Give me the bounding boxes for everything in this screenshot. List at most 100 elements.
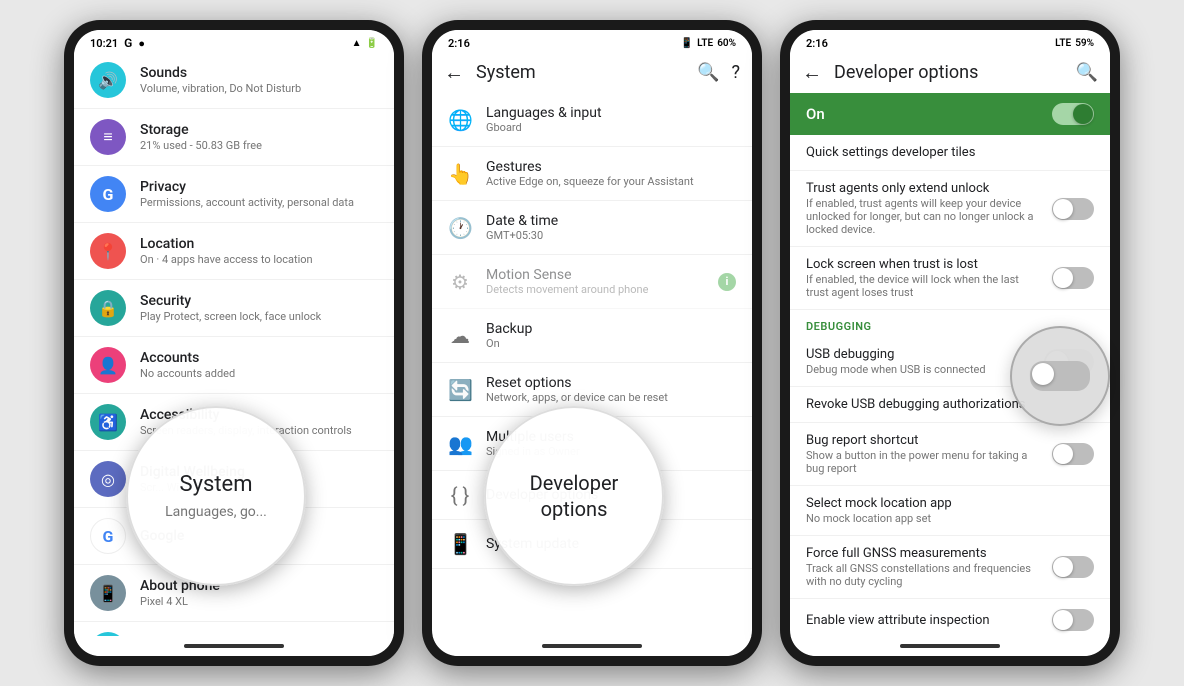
settings-item-sounds[interactable]: 🔊 Sounds Volume, vibration, Do Not Distu…	[74, 52, 394, 109]
storage-title: Storage	[140, 122, 378, 138]
reset-icon: 🔄	[448, 378, 472, 402]
home-indicator-3[interactable]	[900, 644, 1000, 648]
view-attribute-title: Enable view attribute inspection	[806, 613, 1044, 628]
datetime-text: Date & time GMT+05:30	[486, 213, 736, 242]
lock-screen-title: Lock screen when trust is lost	[806, 257, 1044, 272]
system-item-languages[interactable]: 🌐 Languages & input Gboard	[432, 93, 752, 147]
location-sub: On · 4 apps have access to location	[140, 253, 378, 266]
settings-item-tips[interactable]: ? Tips & support Help articles, phone & …	[74, 622, 394, 636]
storage-text: Storage 21% used - 50.83 GB free	[140, 122, 378, 152]
home-indicator-2[interactable]	[542, 644, 642, 648]
time-display: 10:21	[90, 37, 118, 50]
gestures-text: Gestures Active Edge on, squeeze for you…	[486, 159, 736, 188]
datetime-sub: GMT+05:30	[486, 229, 736, 242]
backup-sub: On	[486, 337, 736, 350]
gestures-icon: 👆	[448, 162, 472, 186]
bottom-bar-2	[432, 636, 752, 656]
usb-toggle-magnified	[1030, 361, 1090, 391]
digital-wellbeing-icon: ◎	[90, 461, 126, 497]
datetime-title: Date & time	[486, 213, 736, 229]
system-item-gestures[interactable]: 👆 Gestures Active Edge on, squeeze for y…	[432, 147, 752, 201]
status-bar-3: 2:16 LTE 59%	[790, 30, 1110, 52]
security-icon: 🔒	[90, 290, 126, 326]
whatsapp-icon: 📱	[681, 38, 693, 49]
dev-item-quick-settings[interactable]: Quick settings developer tiles	[790, 135, 1110, 171]
privacy-icon: G	[90, 176, 126, 212]
status-bar-2: 2:16 📱 LTE 60%	[432, 30, 752, 52]
status-icons-2: 📱 LTE 60%	[681, 38, 736, 49]
reset-title: Reset options	[486, 375, 736, 391]
phone-3: 2:16 LTE 59% ← Developer options 🔍 On	[780, 20, 1120, 666]
settings-item-security[interactable]: 🔒 Security Play Protect, screen lock, fa…	[74, 280, 394, 337]
gnss-sub: Track all GNSS constellations and freque…	[806, 562, 1044, 588]
time-display-3: 2:16	[806, 37, 828, 50]
trust-agents-toggle[interactable]	[1052, 198, 1094, 220]
gestures-sub: Active Edge on, squeeze for your Assista…	[486, 175, 736, 188]
security-text: Security Play Protect, screen lock, face…	[140, 293, 378, 323]
dev-item-lock-screen[interactable]: Lock screen when trust is lost If enable…	[790, 247, 1110, 310]
phone-1: 10:21 G ● ▲ 🔋 🔊 Sounds Volume, vibration…	[64, 20, 404, 666]
lte-icon: LTE	[697, 38, 713, 49]
status-icons-1: ▲ 🔋	[352, 38, 378, 49]
lte-icon-3: LTE	[1055, 38, 1071, 49]
dev-item-trust-agents[interactable]: Trust agents only extend unlock If enabl…	[790, 171, 1110, 247]
gnss-toggle[interactable]	[1052, 556, 1094, 578]
dev-item-mock-location[interactable]: Select mock location app No mock locatio…	[790, 486, 1110, 536]
privacy-title: Privacy	[140, 179, 378, 195]
usb-debugging-sub: Debug mode when USB is connected	[806, 363, 1036, 376]
status-time-1: 10:21 G ●	[90, 36, 145, 50]
security-title: Security	[140, 293, 378, 309]
system-item-backup[interactable]: ☁ Backup On	[432, 309, 752, 363]
about-text: About phone Pixel 4 XL	[140, 578, 378, 608]
about-icon: 📱	[90, 575, 126, 611]
backup-title: Backup	[486, 321, 736, 337]
dev-circle-title: Developer options	[486, 470, 662, 522]
system-circle: System Languages, go...	[126, 406, 306, 586]
search-button-3[interactable]: 🔍	[1076, 62, 1098, 83]
google-settings-icon: G	[90, 518, 126, 554]
bug-report-toggle[interactable]	[1052, 443, 1094, 465]
sounds-icon: 🔊	[90, 62, 126, 98]
about-sub: Pixel 4 XL	[140, 595, 378, 608]
sounds-sub: Volume, vibration, Do Not Disturb	[140, 82, 378, 95]
backup-icon: ☁	[448, 324, 472, 348]
settings-item-storage[interactable]: ≡ Storage 21% used - 50.83 GB free	[74, 109, 394, 166]
security-sub: Play Protect, screen lock, face unlock	[140, 310, 378, 323]
trust-agents-title: Trust agents only extend unlock	[806, 181, 1044, 196]
settings-item-accounts[interactable]: 👤 Accounts No accounts added	[74, 337, 394, 394]
time-display-2: 2:16	[448, 37, 470, 50]
quick-settings-title: Quick settings developer tiles	[806, 145, 1094, 160]
motion-sense-badge: i	[718, 273, 736, 291]
dev-item-view-attribute[interactable]: Enable view attribute inspection	[790, 599, 1110, 636]
dev-on-bar[interactable]: On	[790, 93, 1110, 135]
status-bar-1: 10:21 G ● ▲ 🔋	[74, 30, 394, 52]
back-button-2[interactable]: ←	[444, 60, 464, 85]
back-button-3[interactable]: ←	[802, 60, 822, 85]
settings-item-privacy[interactable]: G Privacy Permissions, account activity,…	[74, 166, 394, 223]
gnss-title: Force full GNSS measurements	[806, 546, 1044, 561]
dev-app-bar: ← Developer options 🔍	[790, 52, 1110, 93]
home-indicator-1[interactable]	[184, 644, 284, 648]
reset-text: Reset options Network, apps, or device c…	[486, 375, 736, 404]
system-item-motion-sense[interactable]: ⚙ Motion Sense Detects movement around p…	[432, 255, 752, 309]
dev-item-gnss[interactable]: Force full GNSS measurements Track all G…	[790, 536, 1110, 599]
settings-item-location[interactable]: 📍 Location On · 4 apps have access to lo…	[74, 223, 394, 280]
dev-item-bug-report[interactable]: Bug report shortcut Show a button in the…	[790, 423, 1110, 486]
developer-options-circle: Developer options	[484, 406, 664, 586]
dev-on-toggle[interactable]	[1052, 103, 1094, 125]
search-button-2[interactable]: 🔍	[697, 62, 719, 83]
motion-sense-title: Motion Sense	[486, 267, 704, 283]
storage-icon: ≡	[90, 119, 126, 155]
usb-toggle-circle	[1010, 326, 1110, 426]
circle-sub: Languages, go...	[165, 503, 267, 521]
system-item-datetime[interactable]: 🕐 Date & time GMT+05:30	[432, 201, 752, 255]
view-attribute-toggle[interactable]	[1052, 609, 1094, 631]
battery-3: 59%	[1075, 38, 1094, 49]
signal-icon: ●	[138, 37, 145, 50]
location-title: Location	[140, 236, 378, 252]
help-button-2[interactable]: ?	[731, 62, 740, 83]
languages-text: Languages & input Gboard	[486, 105, 736, 134]
lock-screen-toggle[interactable]	[1052, 267, 1094, 289]
quick-settings-text: Quick settings developer tiles	[806, 145, 1094, 160]
mock-location-text: Select mock location app No mock locatio…	[806, 496, 1094, 525]
